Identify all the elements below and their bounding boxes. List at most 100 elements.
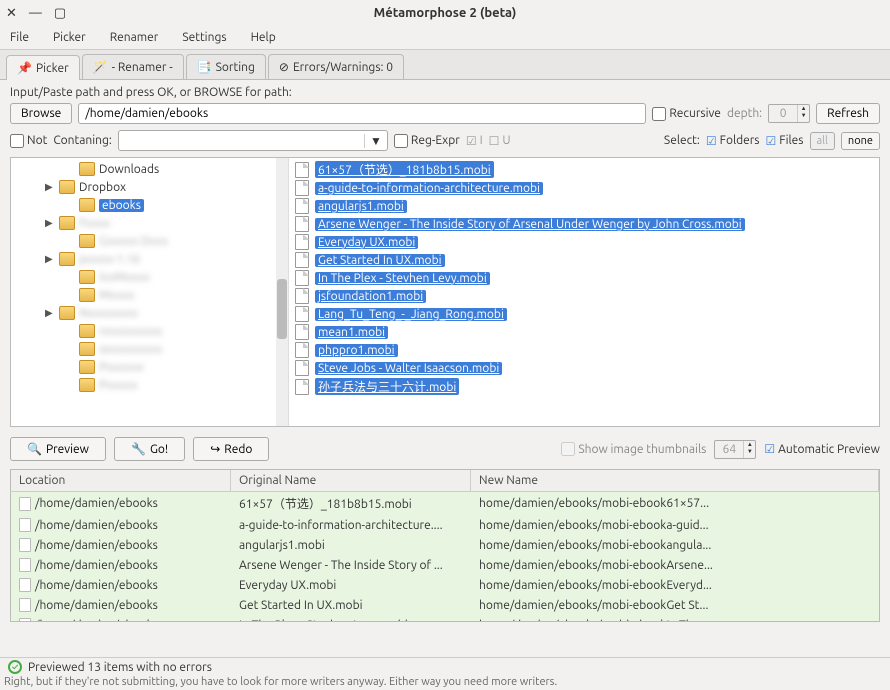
tree-item[interactable]: ▶Nxxxxxxxx — [11, 304, 288, 322]
refresh-button[interactable]: Refresh — [816, 103, 880, 124]
recursive-checkbox[interactable]: Recursive — [652, 107, 721, 121]
folder-icon — [79, 378, 95, 392]
file-browser: Downloads▶Dropboxebooks▶FxxxxGxxxxx Dxxx… — [10, 157, 880, 427]
tree-item[interactable]: Mxxxx — [11, 286, 288, 304]
cell-location: /home/damien/ebooks — [35, 539, 158, 552]
result-row[interactable]: /home/damien/ebooksEveryday UX.mobihome/… — [11, 575, 879, 595]
tree-scrollbar[interactable] — [276, 158, 288, 426]
file-item[interactable]: angularjs1.mobi — [289, 197, 879, 215]
tab-sorting[interactable]: 📑 Sorting — [186, 54, 266, 79]
result-row[interactable]: /home/damien/ebooks61×57（节选）_181b8b15.mo… — [11, 492, 879, 515]
tree-item[interactable]: nxxxxxxxxx — [11, 322, 288, 340]
minimize-icon[interactable]: — — [29, 6, 42, 21]
file-item[interactable]: mean1.mobi — [289, 323, 879, 341]
tree-item-label: Pxxxxxx — [99, 361, 144, 374]
tab-renamer[interactable]: 🪄 - Renamer - — [82, 54, 184, 79]
tree-item[interactable]: ▶jxxxxx-1.16 — [11, 250, 288, 268]
file-item[interactable]: 孙子兵法与三十六计.mobi — [289, 377, 879, 396]
select-all-button[interactable]: all — [810, 132, 835, 150]
file-label: a-guide-to-information-architecture.mobi — [315, 182, 543, 195]
folders-checkbox[interactable]: ☑ Folders — [706, 134, 760, 148]
tree-item[interactable]: lxxMxxxx — [11, 268, 288, 286]
result-row[interactable]: /home/damien/ebooksangularjs1.mobihome/d… — [11, 535, 879, 555]
menu-picker[interactable]: Picker — [53, 31, 86, 44]
go-button[interactable]: 🔧Go! — [114, 437, 185, 461]
file-item[interactable]: In The Plex - Stevhen Levy.mobi — [289, 269, 879, 287]
file-label: Get Started In UX.mobi — [315, 254, 445, 267]
cell-original: Arsene Wenger - The Inside Story of ... — [231, 558, 471, 573]
regexpr-checkbox[interactable]: Reg-Expr — [394, 134, 460, 148]
menu-settings[interactable]: Settings — [182, 31, 226, 44]
folder-tree[interactable]: Downloads▶Dropboxebooks▶FxxxxGxxxxx Dxxx… — [11, 158, 289, 426]
not-checkbox[interactable]: Not — [10, 134, 47, 148]
tree-item[interactable]: ▶Dropbox — [11, 178, 288, 196]
file-item[interactable]: 61×57（节选）_181b8b15.mobi — [289, 160, 879, 179]
path-input[interactable] — [78, 103, 646, 124]
depth-stepper: ▲▼ — [768, 104, 810, 123]
browse-button[interactable]: Browse — [10, 103, 72, 124]
tree-item[interactable]: Pxxxxxx — [11, 358, 288, 376]
cell-original: a-guide-to-information-architecture.... — [231, 518, 471, 533]
cell-location: /home/damien/ebooks — [35, 497, 158, 510]
expander-icon[interactable]: ▶ — [45, 217, 55, 229]
redo-icon: ↪ — [210, 442, 220, 456]
file-list[interactable]: 61×57（节选）_181b8b15.mobi a-guide-to-inform… — [289, 158, 879, 426]
tree-item-label: nxxxxxxxxx — [99, 325, 162, 338]
folder-icon — [59, 216, 75, 230]
file-label: Everyday UX.mobi — [315, 236, 418, 249]
tab-errors[interactable]: ⊘ Errors/Warnings: 0 — [268, 54, 404, 79]
error-icon: ⊘ — [279, 60, 289, 74]
file-label: In The Plex - Stevhen Levy.mobi — [315, 272, 490, 285]
file-item[interactable]: Steve Jobs - Walter Isaacson.mobi — [289, 359, 879, 377]
menu-renamer[interactable]: Renamer — [110, 31, 159, 44]
file-label: jsfoundation1.mobi — [315, 290, 426, 303]
file-item[interactable]: Everyday UX.mobi — [289, 233, 879, 251]
containing-combo[interactable]: ▼ — [118, 130, 388, 151]
result-row[interactable]: /home/damien/ebooks In The Plex - Stevhen… — [11, 615, 879, 622]
close-icon[interactable]: ✕ — [6, 6, 17, 21]
file-item[interactable]: phppro1.mobi — [289, 341, 879, 359]
tree-item[interactable]: ▶Fxxxx — [11, 214, 288, 232]
tree-item[interactable]: ebooks — [11, 196, 288, 214]
tree-item[interactable]: Downloads — [11, 160, 288, 178]
select-none-button[interactable]: none — [841, 132, 880, 150]
preview-button[interactable]: 🔍Preview — [10, 437, 106, 461]
tree-item[interactable]: oxxxxxxxxx — [11, 340, 288, 358]
maximize-icon[interactable]: ▢ — [54, 6, 66, 21]
chevron-down-icon[interactable]: ▼ — [364, 134, 387, 148]
expander-icon[interactable]: ▶ — [45, 253, 55, 265]
auto-preview-checkbox[interactable]: ☑ Automatic Preview — [764, 442, 880, 456]
u-checkbox[interactable]: ☐ U — [489, 134, 511, 148]
col-location[interactable]: Location — [11, 470, 231, 491]
file-icon — [295, 342, 309, 358]
tab-picker[interactable]: 📌 Picker — [6, 55, 80, 80]
statusbar: ✓ Previewed 13 items with no errors — [0, 657, 890, 676]
menu-help[interactable]: Help — [251, 31, 276, 44]
folder-icon — [79, 342, 95, 356]
cell-original: In The Plex - Stevhen Levy.mobi — [231, 618, 471, 623]
file-item[interactable]: a-guide-to-information-architecture.mobi — [289, 179, 879, 197]
col-newname[interactable]: New Name — [471, 470, 879, 491]
result-row[interactable]: /home/damien/ebooksa-guide-to-informatio… — [11, 515, 879, 535]
tree-item[interactable]: Gxxxxx Dxxx — [11, 232, 288, 250]
menu-file[interactable]: File — [10, 31, 29, 44]
window-title: Métamorphose 2 (beta) — [86, 6, 804, 20]
file-item[interactable]: Arsene Wenger - The Inside Story of Arse… — [289, 215, 879, 233]
file-item[interactable]: Lang_Tu_Teng_-_Jiang_Rong.mobi — [289, 305, 879, 323]
cell-location: /home/damien/ebooks — [35, 619, 158, 623]
thumbnails-checkbox[interactable]: Show image thumbnails — [561, 442, 706, 456]
expander-icon[interactable]: ▶ — [45, 181, 55, 193]
file-item[interactable]: Get Started In UX.mobi — [289, 251, 879, 269]
results-table[interactable]: /home/damien/ebooks61×57（节选）_181b8b15.mo… — [10, 492, 880, 622]
cell-location: /home/damien/ebooks — [35, 579, 158, 592]
i-checkbox[interactable]: ☑ I — [466, 134, 483, 148]
result-row[interactable]: /home/damien/ebooksGet Started In UX.mob… — [11, 595, 879, 615]
expander-icon[interactable]: ▶ — [45, 307, 55, 319]
file-icon — [295, 234, 309, 250]
files-checkbox[interactable]: ☑ Files — [766, 134, 804, 148]
file-item[interactable]: jsfoundation1.mobi — [289, 287, 879, 305]
result-row[interactable]: /home/damien/ebooksArsene Wenger - The I… — [11, 555, 879, 575]
redo-button[interactable]: ↪Redo — [193, 437, 269, 461]
tree-item[interactable]: Pxxxxx — [11, 376, 288, 394]
col-original[interactable]: Original Name — [231, 470, 471, 491]
